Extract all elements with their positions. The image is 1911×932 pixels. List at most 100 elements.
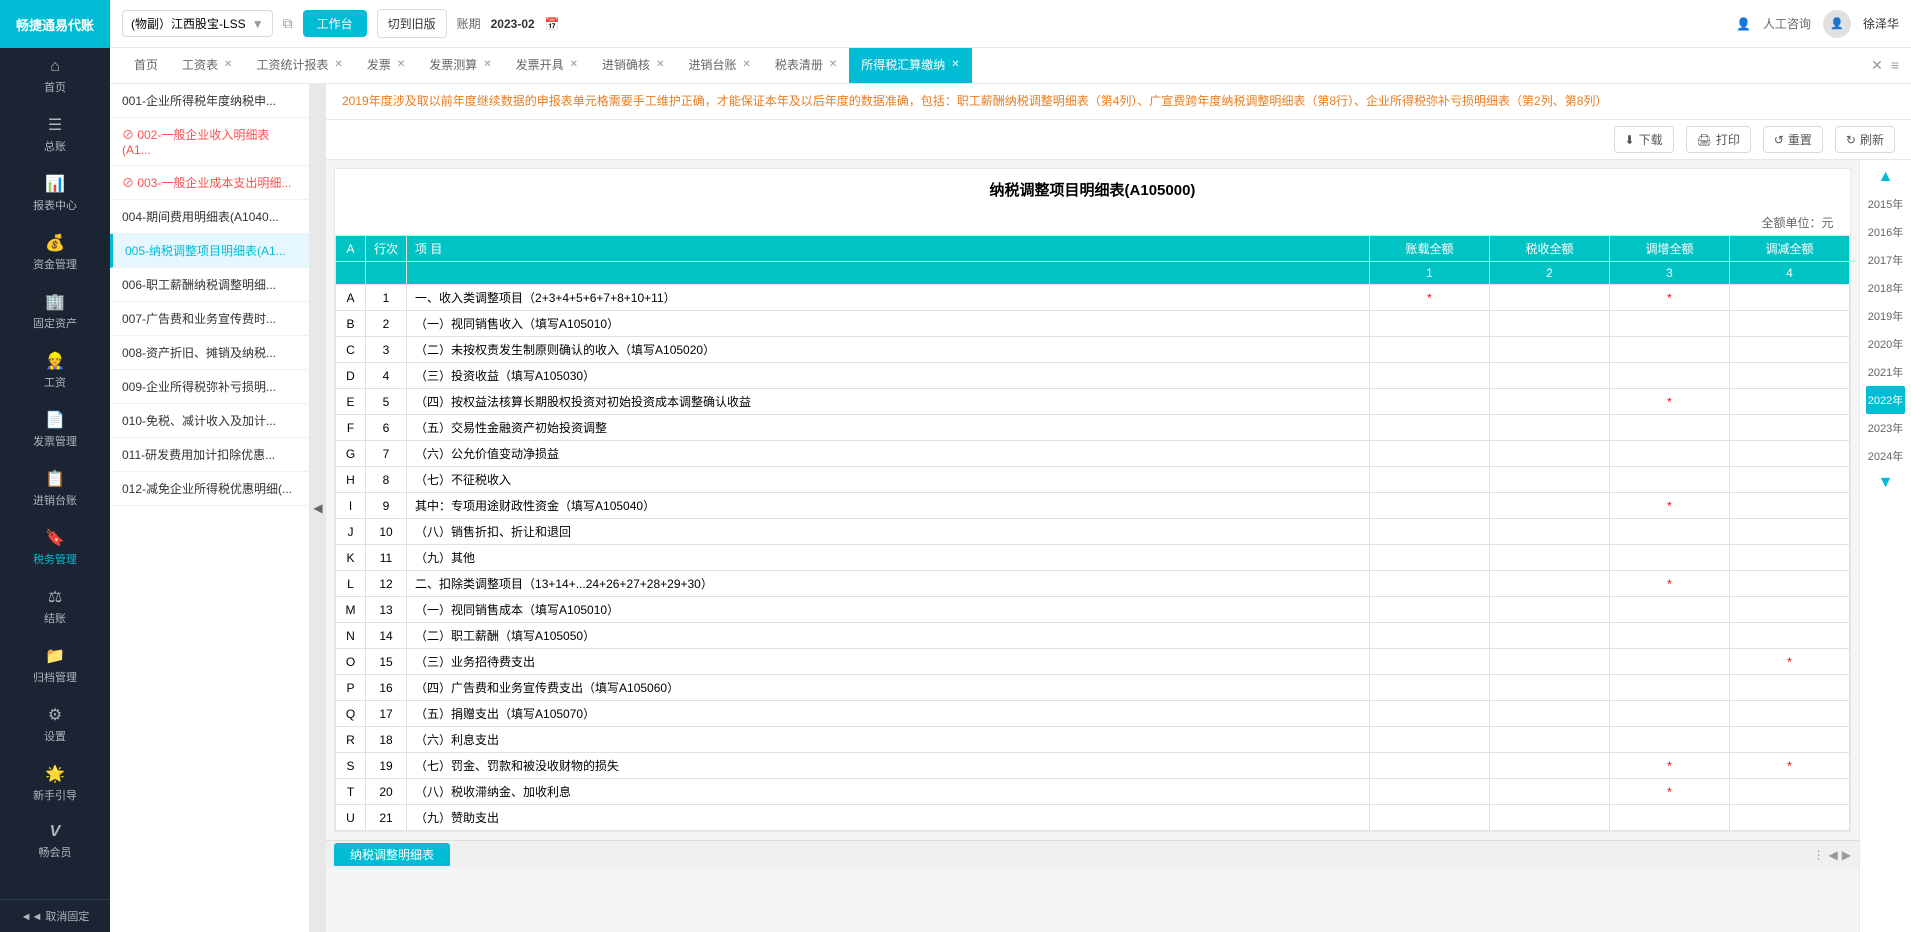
year-item[interactable]: 2021年 <box>1866 358 1905 386</box>
scroll-right-icon[interactable]: ▶ <box>1842 848 1851 862</box>
left-item-006[interactable]: 006-职工薪酬纳税调整明细... <box>110 268 309 302</box>
cell-value-4[interactable] <box>1730 519 1850 545</box>
cell-value-1[interactable] <box>1370 727 1490 753</box>
cell-value-2[interactable] <box>1490 389 1610 415</box>
year-item[interactable]: 2020年 <box>1866 330 1905 358</box>
cell-value-4[interactable]: * <box>1730 649 1850 675</box>
sidebar-item-purchase[interactable]: 📋 进销台账 <box>0 459 110 518</box>
left-item-003[interactable]: ⊘ 003-一般企业成本支出明细... <box>110 166 309 200</box>
cell-value-3[interactable]: * <box>1610 779 1730 805</box>
tab-invoice[interactable]: 发票 ✕ <box>355 48 417 84</box>
cell-value-1[interactable] <box>1370 675 1490 701</box>
tab-sales-ledger[interactable]: 进销台账 ✕ <box>676 48 762 84</box>
cell-value-2[interactable] <box>1490 467 1610 493</box>
cell-value-3[interactable] <box>1610 467 1730 493</box>
cell-value-1[interactable] <box>1370 545 1490 571</box>
left-item-011[interactable]: 011-研发费用加计扣除优惠... <box>110 438 309 472</box>
cell-value-4[interactable]: * <box>1730 753 1850 779</box>
cell-value-2[interactable] <box>1490 363 1610 389</box>
cell-value-1[interactable]: * <box>1370 285 1490 311</box>
cell-value-1[interactable] <box>1370 597 1490 623</box>
cell-value-4[interactable] <box>1730 597 1850 623</box>
cell-value-2[interactable] <box>1490 779 1610 805</box>
left-item-002[interactable]: ⊘ 002-一般企业收入明细表(A1... <box>110 118 309 166</box>
cell-value-3[interactable] <box>1610 727 1730 753</box>
sidebar-item-settings[interactable]: ⚙ 设置 <box>0 695 110 754</box>
cell-value-1[interactable] <box>1370 649 1490 675</box>
cell-value-4[interactable] <box>1730 415 1850 441</box>
sidebar-item-invoice[interactable]: 📄 发票管理 <box>0 400 110 459</box>
cell-value-2[interactable] <box>1490 597 1610 623</box>
cell-value-1[interactable] <box>1370 493 1490 519</box>
cell-value-1[interactable] <box>1370 779 1490 805</box>
tab-close-icon[interactable]: ✕ <box>742 59 750 70</box>
cell-value-3[interactable] <box>1610 649 1730 675</box>
cell-value-2[interactable] <box>1490 805 1610 831</box>
cell-value-4[interactable] <box>1730 623 1850 649</box>
year-item[interactable]: 2023年 <box>1866 414 1905 442</box>
cell-value-2[interactable] <box>1490 727 1610 753</box>
cell-value-3[interactable] <box>1610 441 1730 467</box>
sidebar-item-home[interactable]: ⌂ 首页 <box>0 48 110 105</box>
sidebar-item-finance[interactable]: 💰 资金管理 <box>0 223 110 282</box>
tab-close-icon[interactable]: ✕ <box>483 59 491 70</box>
cell-value-1[interactable] <box>1370 519 1490 545</box>
cell-value-2[interactable] <box>1490 441 1610 467</box>
cell-value-3[interactable] <box>1610 415 1730 441</box>
cell-value-1[interactable] <box>1370 389 1490 415</box>
cell-value-4[interactable] <box>1730 779 1850 805</box>
download-button[interactable]: ⬇ 下载 <box>1614 126 1674 153</box>
left-item-009[interactable]: 009-企业所得税弥补亏损明... <box>110 370 309 404</box>
cell-value-3[interactable] <box>1610 363 1730 389</box>
cell-value-2[interactable] <box>1490 493 1610 519</box>
cell-value-3[interactable]: * <box>1610 389 1730 415</box>
cell-value-2[interactable] <box>1490 285 1610 311</box>
cell-value-2[interactable] <box>1490 571 1610 597</box>
tab-close-icon[interactable]: ✕ <box>334 59 342 70</box>
tab-salary-report[interactable]: 工资统计报表 ✕ <box>244 48 354 84</box>
tab-close-icon[interactable]: ✕ <box>951 59 959 70</box>
tab-sales-check[interactable]: 进销确核 ✕ <box>590 48 676 84</box>
cell-value-2[interactable] <box>1490 415 1610 441</box>
tab-invoice-calc[interactable]: 发票测算 ✕ <box>417 48 503 84</box>
cell-value-1[interactable] <box>1370 311 1490 337</box>
cell-value-3[interactable] <box>1610 519 1730 545</box>
sidebar-item-ledger[interactable]: ☰ 总账 <box>0 105 110 164</box>
cell-value-2[interactable] <box>1490 649 1610 675</box>
year-down-arrow[interactable]: ▼ <box>1874 470 1898 496</box>
cell-value-3[interactable] <box>1610 545 1730 571</box>
sidebar-pin-toggle[interactable]: ◄◄ 取消固定 <box>0 899 110 932</box>
cell-value-3[interactable] <box>1610 623 1730 649</box>
year-item[interactable]: 2018年 <box>1866 274 1905 302</box>
sidebar-item-report[interactable]: 📊 报表中心 <box>0 164 110 223</box>
left-item-001[interactable]: 001-企业所得税年度纳税申... <box>110 84 309 118</box>
sidebar-item-salary[interactable]: 👷 工资 <box>0 341 110 400</box>
sidebar-item-member[interactable]: V 畅会员 <box>0 813 110 870</box>
cell-value-3[interactable] <box>1610 805 1730 831</box>
cell-value-3[interactable] <box>1610 337 1730 363</box>
cell-value-4[interactable] <box>1730 337 1850 363</box>
print-button[interactable]: 🖨 打印 <box>1686 126 1751 153</box>
cell-value-2[interactable] <box>1490 311 1610 337</box>
year-item[interactable]: 2024年 <box>1866 442 1905 470</box>
cell-value-3[interactable]: * <box>1610 493 1730 519</box>
close-all-icon[interactable]: ✕ <box>1871 57 1883 74</box>
cell-value-3[interactable] <box>1610 597 1730 623</box>
cell-value-4[interactable] <box>1730 363 1850 389</box>
sidebar-item-tax[interactable]: 🔖 税务管理 <box>0 518 110 577</box>
cell-value-1[interactable] <box>1370 753 1490 779</box>
cell-value-4[interactable] <box>1730 727 1850 753</box>
year-item[interactable]: 2017年 <box>1866 246 1905 274</box>
year-item[interactable]: 2016年 <box>1866 218 1905 246</box>
cell-value-2[interactable] <box>1490 337 1610 363</box>
cell-value-1[interactable] <box>1370 337 1490 363</box>
cell-value-4[interactable] <box>1730 493 1850 519</box>
cell-value-3[interactable] <box>1610 311 1730 337</box>
cell-value-1[interactable] <box>1370 441 1490 467</box>
sidebar-item-assets[interactable]: 🏢 固定资产 <box>0 282 110 341</box>
cell-value-2[interactable] <box>1490 519 1610 545</box>
year-item[interactable]: 2019年 <box>1866 302 1905 330</box>
year-item[interactable]: 2015年 <box>1866 190 1905 218</box>
tab-salary[interactable]: 工资表 ✕ <box>170 48 244 84</box>
cell-value-3[interactable]: * <box>1610 285 1730 311</box>
